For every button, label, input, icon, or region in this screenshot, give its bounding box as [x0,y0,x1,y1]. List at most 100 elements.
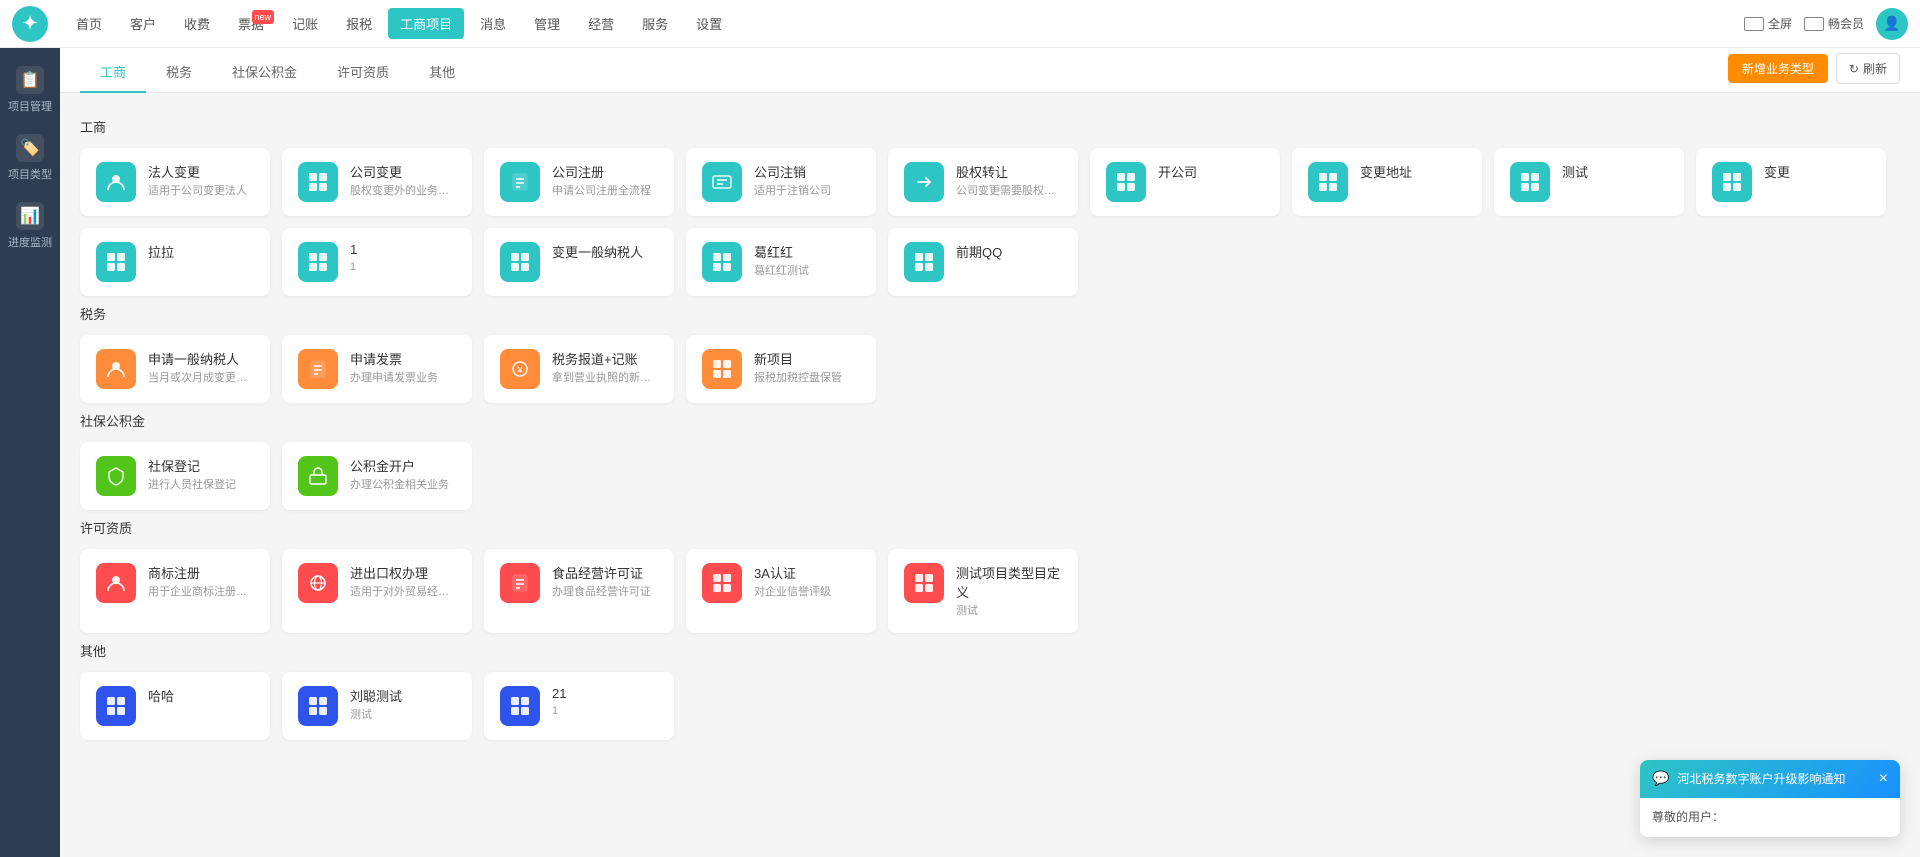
chat-close-button[interactable]: × [1879,770,1888,788]
nav-item-7[interactable]: 消息 [468,8,518,39]
sidebar-item-2[interactable]: 📊 进度监测 [0,192,60,260]
fullscreen-btn[interactable]: 全屏 [1744,15,1792,32]
card-desc-gongshang-1: 股权变更外的业务变更 [350,184,456,199]
card-desc-xuke-0: 用于企业商标注册服务 [148,585,254,600]
service-card-gongshang-1[interactable]: 公司变更股权变更外的业务变更 [282,148,472,216]
sidebar-icon-0: 📋 [16,66,44,94]
nav-right: 全屏 畅会员 👤 [1744,8,1908,40]
service-card-gongshang-8[interactable]: 变更 [1696,148,1886,216]
card-desc-gongshang-0: 适用于公司变更法人 [148,184,254,199]
user-avatar[interactable]: 👤 [1876,8,1908,40]
service-card-gongshang-4[interactable]: 股权转让公司变更需要股权转让 [888,148,1078,216]
nav-item-1[interactable]: 客户 [118,8,168,39]
nav-item-11[interactable]: 设置 [684,8,734,39]
service-card-xuke-2[interactable]: 食品经营许可证办理食品经营许可证 [484,549,674,633]
sidebar-label-2: 进度监测 [8,234,52,250]
section-title-shebao: 社保公积金 [80,411,1900,430]
service-card-gongshang-5[interactable]: 开公司 [1090,148,1280,216]
chat-header: 💬 河北税务数字账户升级影响通知 × [1640,760,1900,798]
card-icon-xuke-3 [702,563,742,603]
new-type-button[interactable]: 新增业务类型 [1728,54,1828,83]
card-title-gongshang-10: 1 [350,242,456,257]
sidebar-label-1: 项目类型 [8,166,52,182]
service-card-shuiwu-1[interactable]: 申请发票办理申请发票业务 [282,335,472,403]
content-area: 工商法人变更适用于公司变更法人公司变更股权变更外的业务变更公司注册申请公司注册全… [60,93,1920,764]
card-title-gongshang-3: 公司注销 [754,162,860,181]
nav-item-3[interactable]: 票据new [226,8,276,39]
nav-items: 首页客户收费票据new记账报税工商项目消息管理经营服务设置 [64,8,1744,39]
service-card-gongshang-9[interactable]: 拉拉 [80,228,270,296]
nav-item-9[interactable]: 经营 [576,8,626,39]
main-content: 工商税务社保公积金许可资质其他 新增业务类型 ↻ 刷新 工商法人变更适用于公司变… [60,48,1920,857]
service-card-shuiwu-0[interactable]: 申请一般纳税人当月或次月成变更完成 [80,335,270,403]
service-card-shuiwu-3[interactable]: 新项目报税加税控盘保管 [686,335,876,403]
service-card-xuke-4[interactable]: 测试项目类型目定义测试 [888,549,1078,633]
tab-4[interactable]: 其他 [409,48,475,93]
service-card-gongshang-2[interactable]: 公司注册申请公司注册全流程 [484,148,674,216]
service-card-qita-1[interactable]: 刘聪测试测试 [282,672,472,740]
card-title-gongshang-13: 前期QQ [956,242,1062,261]
service-card-xuke-0[interactable]: 商标注册用于企业商标注册服务 [80,549,270,633]
card-title-gongshang-8: 变更 [1764,162,1870,181]
card-icon-qita-0 [96,686,136,726]
tab-1[interactable]: 税务 [146,48,212,93]
sidebar-item-0[interactable]: 📋项目管理 [0,56,60,124]
refresh-button[interactable]: ↻ 刷新 [1836,53,1900,84]
chat-avatar-icon: 💬 [1652,770,1669,787]
nav-item-10[interactable]: 服务 [630,8,680,39]
service-card-xuke-1[interactable]: 进出口权办理适用于对外贸易经营者 [282,549,472,633]
card-desc-shuiwu-3: 报税加税控盘保管 [754,371,860,386]
card-title-shuiwu-3: 新项目 [754,349,860,368]
card-icon-gongshang-8 [1712,162,1752,202]
nav-item-8[interactable]: 管理 [522,8,572,39]
card-icon-shuiwu-0 [96,349,136,389]
service-card-gongshang-13[interactable]: 前期QQ [888,228,1078,296]
nav-item-4[interactable]: 记账 [280,8,330,39]
card-title-gongshang-5: 开公司 [1158,162,1264,181]
nav-item-6[interactable]: 工商项目 [388,8,464,39]
card-title-xuke-2: 食品经营许可证 [552,563,658,582]
service-card-gongshang-11[interactable]: 变更一般纳税人 [484,228,674,296]
card-desc-xuke-4: 测试 [956,604,1062,619]
card-icon-gongshang-13 [904,242,944,282]
card-desc-gongshang-10: 1 [350,260,456,275]
service-card-shuiwu-2[interactable]: ¥税务报道+记账拿到营业执照的新公司 [484,335,674,403]
sidebar-icon-2: 📊 [16,202,44,230]
service-card-shebao-1[interactable]: 公积金开户办理公积金相关业务 [282,442,472,510]
sidebar-item-1[interactable]: 🏷️ 项目类型 [0,124,60,192]
card-desc-gongshang-2: 申请公司注册全流程 [552,184,658,199]
sidebar-icon-1: 🏷️ [16,134,44,162]
service-card-gongshang-10[interactable]: 11 [282,228,472,296]
tab-3[interactable]: 许可资质 [317,48,409,93]
service-card-gongshang-7[interactable]: 测试 [1494,148,1684,216]
service-card-gongshang-6[interactable]: 变更地址 [1292,148,1482,216]
card-desc-shebao-1: 办理公积金相关业务 [350,478,456,493]
tab-0[interactable]: 工商 [80,48,146,93]
service-card-gongshang-3[interactable]: 公司注销适用于注销公司 [686,148,876,216]
nav-item-2[interactable]: 收费 [172,8,222,39]
refresh-icon: ↻ [1849,62,1859,76]
chat-content: 尊敬的用户： [1640,798,1900,837]
service-card-gongshang-12[interactable]: 葛红红葛红红测试 [686,228,876,296]
cards-grid-shebao: 社保登记进行人员社保登记公积金开户办理公积金相关业务 [80,442,1900,510]
card-icon-gongshang-6 [1308,162,1348,202]
service-card-qita-2[interactable]: 211 [484,672,674,740]
service-card-gongshang-0[interactable]: 法人变更适用于公司变更法人 [80,148,270,216]
tab-2[interactable]: 社保公积金 [212,48,317,93]
card-title-shuiwu-2: 税务报道+记账 [552,349,658,368]
member-btn[interactable]: 畅会员 [1804,15,1864,32]
tabs-actions: 新增业务类型 ↻ 刷新 [1728,53,1900,92]
service-card-shebao-0[interactable]: 社保登记进行人员社保登记 [80,442,270,510]
card-icon-gongshang-7 [1510,162,1550,202]
card-icon-shuiwu-2: ¥ [500,349,540,389]
card-title-gongshang-7: 测试 [1562,162,1668,181]
card-desc-xuke-1: 适用于对外贸易经营者 [350,585,456,600]
chat-title: 河北税务数字账户升级影响通知 [1677,770,1845,787]
card-icon-shuiwu-3 [702,349,742,389]
service-card-qita-0[interactable]: 哈哈 [80,672,270,740]
nav-item-5[interactable]: 报税 [334,8,384,39]
nav-badge-3: new [252,10,275,24]
nav-item-0[interactable]: 首页 [64,8,114,39]
service-card-xuke-3[interactable]: 3A认证对企业信誉评级 [686,549,876,633]
card-desc-gongshang-3: 适用于注销公司 [754,184,860,199]
